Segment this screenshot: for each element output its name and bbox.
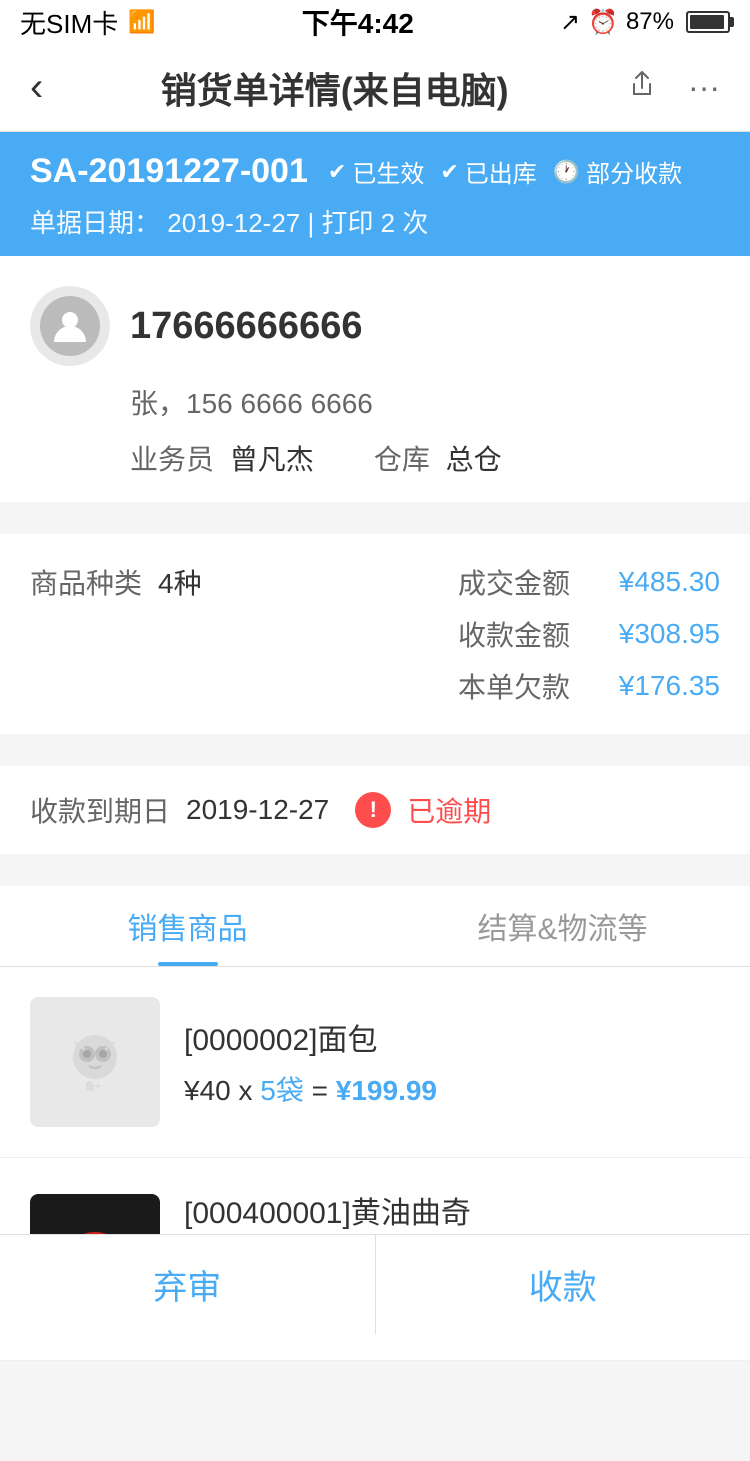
product-image-0: 鱼+ [30,997,160,1127]
status-badges: ✔ 已生效 ✔ 已出库 🕐 部分收款 [328,154,682,189]
staff-label: 业务员 [130,444,214,475]
status-label-1: 已生效 [352,154,424,189]
date-label: 单据日期： [30,208,160,238]
status-left: 无SIM卡 📶 [20,4,156,41]
header-banner: SA-20191227-001 ✔ 已生效 ✔ 已出库 🕐 部分收款 单据日期：… [0,132,750,256]
checkmark-icon-2: ✔ [440,159,458,185]
collected-value: ¥308.95 [590,618,720,650]
product-qty-0: 5袋 [260,1075,304,1106]
customer-meta: 业务员 曾凡杰 仓库 总仓 [130,438,720,478]
tabs-section: 销售商品 结算&物流等 [0,886,750,967]
product-name-0: [0000002]面包 [184,1015,720,1059]
back-button[interactable]: ‹ [30,65,43,110]
tab-settlement[interactable]: 结算&物流等 [375,886,750,966]
time-display: 下午4:42 [302,2,414,42]
divider-2 [0,750,750,766]
header-row2: 单据日期： 2019-12-27 | 打印 2 次 [30,203,720,240]
due-date-value: 2019-12-27 [186,794,329,826]
summary-section: 商品种类 4种 成交金额 ¥485.30 收款金额 ¥308.95 本单欠款 ¥… [0,534,750,734]
collected-label: 收款金额 [458,614,570,654]
customer-name: 张，156 6666 6666 [130,382,720,422]
avatar [30,286,110,366]
product-info-0: [0000002]面包 ¥40 x 5袋 = ¥199.99 [184,1015,720,1109]
header-row1: SA-20191227-001 ✔ 已生效 ✔ 已出库 🕐 部分收款 [30,152,720,191]
carrier-text: 无SIM卡 [20,4,118,41]
product-name-1: [000400001]黄油曲奇 [184,1188,720,1232]
deal-amount-value: ¥485.30 [590,566,720,598]
share-button[interactable] [626,68,658,108]
bottom-bar: 弃审 收款 [0,1234,750,1334]
cancel-button[interactable]: 弃审 [0,1235,376,1334]
page-title: 销货单详情(来自电脑) [161,62,509,114]
tab-label-1: 结算&物流等 [477,904,647,948]
deal-amount-label: 成交金额 [458,562,570,602]
divider-1 [0,518,750,534]
print-info: | 打印 2 次 [307,208,428,238]
product-unit-price-0: ¥40 [184,1075,231,1106]
confirm-button[interactable]: 收款 [376,1235,750,1334]
staff-item: 业务员 曾凡杰 [130,438,314,478]
product-total-0: ¥199.99 [336,1075,437,1106]
status-right: ↗ ⏰ 87% [560,8,730,37]
clock-icon: 🕐 [553,159,580,185]
tab-label-0: 销售商品 [128,904,248,948]
due-label: 本单欠款 [458,666,570,706]
product-thumb-0: 鱼+ [30,997,160,1127]
due-row: 本单欠款 ¥176.35 [458,666,720,706]
alarm-icon: ⏰ [588,8,618,37]
product-types-value: 4种 [158,562,202,602]
product-types-label: 商品种类 [30,562,142,602]
product-price-0: ¥40 x 5袋 = ¥199.99 [184,1069,720,1109]
summary-right: 成交金额 ¥485.30 收款金额 ¥308.95 本单欠款 ¥176.35 [458,562,720,706]
status-label-2: 已出库 [465,154,537,189]
due-date-label: 收款到期日 [30,790,170,830]
status-badge-2: ✔ 已出库 [440,154,536,189]
due-value: ¥176.35 [590,670,720,702]
order-id: SA-20191227-001 [30,152,308,191]
staff-name: 曾凡杰 [230,444,314,475]
product-x-0: x [239,1075,261,1106]
nav-actions: ··· [626,68,720,108]
customer-section: 17666666666 张，156 6666 6666 业务员 曾凡杰 仓库 总… [0,256,750,502]
product-eq-0: = [312,1075,336,1106]
customer-row: 17666666666 [30,286,720,366]
collected-row: 收款金额 ¥308.95 [458,614,720,654]
nav-bar: ‹ 销货单详情(来自电脑) ··· [0,44,750,132]
checkmark-icon-1: ✔ [328,159,346,185]
warehouse-item: 仓库 总仓 [374,438,502,478]
order-date: 2019-12-27 [167,208,300,238]
battery-icon [686,11,730,33]
divider-3 [0,870,750,886]
tabs-row: 销售商品 结算&物流等 [0,886,750,966]
more-button[interactable]: ··· [688,69,720,106]
overdue-text: 已逾期 [407,790,491,830]
status-badge-1: ✔ 已生效 [328,154,424,189]
customer-id: 17666666666 [130,305,362,348]
list-item: 鱼+ [0000002]面包 ¥40 x 5袋 = ¥199.99 [0,967,750,1158]
warehouse-name: 总仓 [446,444,502,475]
svg-text:鱼+: 鱼+ [85,1080,101,1093]
summary-left: 商品种类 4种 [30,562,202,602]
status-bar: 无SIM卡 📶 下午4:42 ↗ ⏰ 87% [0,0,750,44]
wifi-icon: 📶 [128,9,155,35]
warehouse-label: 仓库 [374,444,430,475]
status-badge-3: 🕐 部分收款 [553,154,682,189]
battery-text: 87% [626,8,674,36]
tab-sales-products[interactable]: 销售商品 [0,886,375,966]
status-label-3: 部分收款 [586,154,682,189]
deal-amount-row: 成交金额 ¥485.30 [458,562,720,602]
avatar-inner [40,296,100,356]
overdue-icon: ! [355,792,391,828]
location-icon: ↗ [560,8,580,37]
due-date-section: 收款到期日 2019-12-27 ! 已逾期 [0,766,750,854]
bottom-spacer [0,1361,750,1461]
